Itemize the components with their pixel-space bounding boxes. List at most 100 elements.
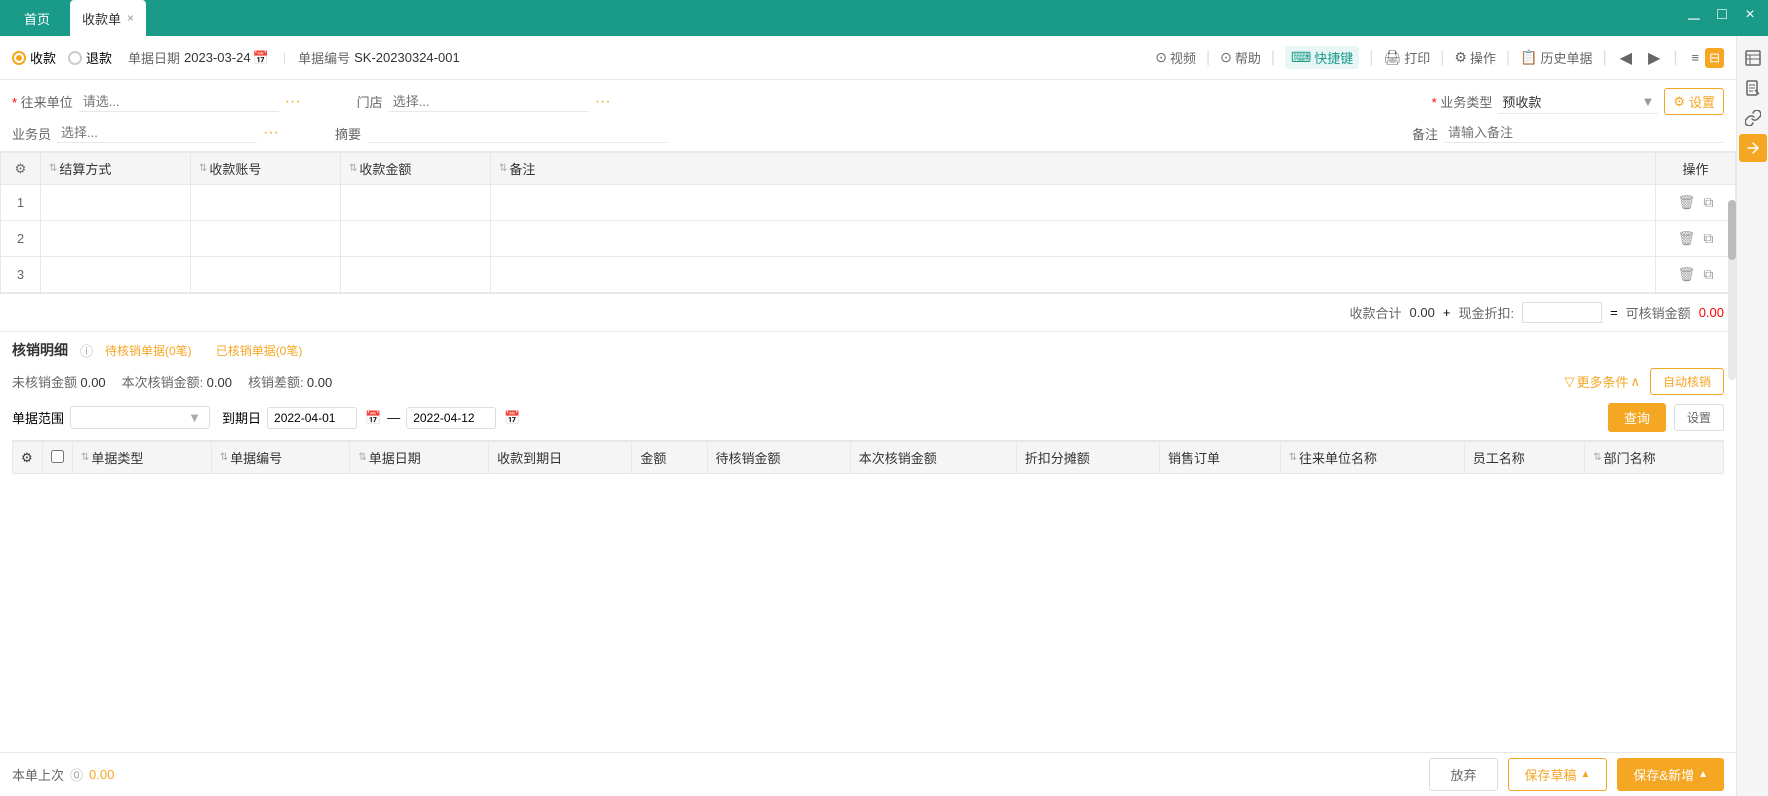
bottom-table-section: ⚙ ⇅ 单据类型	[12, 440, 1724, 752]
store-more-icon[interactable]: ···	[595, 93, 611, 111]
range-select[interactable]: ▼	[70, 406, 210, 429]
hx-done-tab[interactable]: 已核销单据(0笔)	[216, 342, 303, 359]
date-to-input[interactable]	[406, 407, 496, 429]
hx-pending-tab[interactable]: 待核销单据(0笔)	[105, 342, 192, 359]
summary-input[interactable]	[367, 123, 667, 143]
hx-header: 核销明细 ⓘ 待核销单据(0笔) 已核销单据(0笔)	[12, 340, 1724, 360]
row-account-1[interactable]	[191, 185, 341, 221]
row-copy-3-icon[interactable]: ⧉	[1703, 266, 1713, 283]
col-counterparty-name-header: ⇅ 往来单位名称	[1280, 442, 1464, 474]
tab-active[interactable]: 收款单 ×	[70, 0, 146, 36]
hx-section: 核销明细 ⓘ 待核销单据(0笔) 已核销单据(0笔) 未核销金额 0.00 本次…	[0, 332, 1736, 752]
shortcut-btn[interactable]: ⌨ 快捷键	[1285, 46, 1359, 69]
row-settlement-1[interactable]	[41, 185, 191, 221]
row-settlement-2[interactable]	[41, 221, 191, 257]
sidebar-expand-icon[interactable]	[1739, 134, 1767, 162]
layout-list-btn[interactable]: ≡	[1688, 48, 1704, 68]
query-button[interactable]: 查询	[1608, 403, 1666, 432]
row-account-2[interactable]	[191, 221, 341, 257]
col-due-date-header: 收款到期日	[489, 442, 632, 474]
sidebar-table-icon[interactable]	[1739, 44, 1767, 72]
table-settings-icon[interactable]: ⚙	[15, 161, 27, 176]
more-conditions-btn[interactable]: ▽ 更多条件 ∧	[1564, 372, 1640, 391]
store-input[interactable]	[389, 92, 589, 112]
calendar-icon[interactable]: 📅	[253, 50, 269, 66]
tab-close-icon[interactable]: ×	[127, 11, 134, 25]
row-amount-3[interactable]	[341, 257, 491, 293]
nav-prev-btn[interactable]: ◀	[1617, 48, 1635, 68]
range-arrow-icon: ▼	[188, 410, 201, 425]
row-settlement-3[interactable]	[41, 257, 191, 293]
date-value[interactable]: 2023-03-24	[184, 50, 251, 65]
number-label: 单据编号	[298, 48, 350, 67]
sidebar-link-icon[interactable]	[1739, 104, 1767, 132]
help-btn[interactable]: ⊙ 帮助	[1220, 48, 1261, 67]
counterparty-input[interactable]	[79, 92, 279, 112]
scrollbar-thumb[interactable]	[1728, 200, 1736, 260]
row-delete-1-icon[interactable]: 🗑	[1678, 194, 1696, 211]
save-new-button[interactable]: 保存&新增 ▲	[1617, 758, 1724, 791]
minimize-button[interactable]: －	[1684, 6, 1704, 30]
row-note-1[interactable]	[491, 185, 1656, 221]
history-btn[interactable]: 📋 历史单据	[1520, 48, 1592, 67]
video-btn[interactable]: ⊙ 视频	[1155, 48, 1196, 67]
radio-receipt-label: 收款	[30, 48, 56, 67]
hx-settings-button[interactable]: 设置	[1674, 404, 1724, 431]
col-note-header: 备注	[509, 159, 535, 178]
summary-field: 摘要	[335, 123, 667, 143]
date-label: 单据日期	[128, 48, 180, 67]
maximize-button[interactable]: □	[1712, 6, 1732, 30]
bottom-table: ⚙ ⇅ 单据类型	[12, 441, 1724, 474]
current-up-info-icon[interactable]: ⓪	[70, 765, 83, 784]
row-note-3[interactable]	[491, 257, 1656, 293]
business-type-select[interactable]: 预收款 ▼	[1498, 90, 1658, 114]
discard-button[interactable]: 放弃	[1429, 758, 1497, 791]
row-amount-1[interactable]	[341, 185, 491, 221]
staff-input[interactable]	[57, 123, 257, 143]
row-account-3[interactable]	[191, 257, 341, 293]
footer-right: 放弃 保存草稿 ▲ 保存&新增 ▲	[1429, 758, 1724, 791]
radio-refund[interactable]: 退款	[68, 48, 112, 67]
row-copy-2-icon[interactable]: ⧉	[1703, 230, 1713, 247]
tab-home[interactable]: 首页	[8, 0, 66, 36]
current-up-label: 本单上次	[12, 765, 64, 784]
table-settings-2-icon[interactable]: ⚙	[21, 450, 33, 465]
range-label: 单据范围	[12, 408, 64, 427]
col-amount-header: 收款金额	[359, 159, 411, 178]
row-amount-2[interactable]	[341, 221, 491, 257]
counterparty-field: 往来单位 ···	[12, 92, 301, 112]
select-all-checkbox[interactable]	[51, 450, 64, 463]
operation-btn[interactable]: ⚙ 操作	[1454, 48, 1496, 67]
store-label: 门店	[357, 92, 383, 111]
date-from-input[interactable]	[267, 407, 357, 429]
row-note-2[interactable]	[491, 221, 1656, 257]
col-current-hx-header: 本次核销金额	[850, 442, 1016, 474]
table-row: 3 🗑 ⧉	[1, 257, 1736, 293]
note-input[interactable]	[1444, 123, 1724, 143]
row-delete-3-icon[interactable]: 🗑	[1678, 266, 1696, 283]
layout-grid-btn[interactable]: ⊟	[1705, 48, 1724, 68]
save-draft-button[interactable]: 保存草稿 ▲	[1508, 758, 1608, 791]
close-button[interactable]: ×	[1740, 6, 1760, 30]
discount-input[interactable]	[1522, 302, 1602, 323]
counterparty-more-icon[interactable]: ···	[285, 93, 301, 111]
col-discount-header: 折扣分摊额	[1016, 442, 1159, 474]
col-pending-hx-header: 待核销金额	[707, 442, 850, 474]
calendar-from-icon[interactable]: 📅	[365, 410, 381, 426]
row-copy-1-icon[interactable]: ⧉	[1703, 194, 1713, 211]
auto-hx-button[interactable]: 自动核销	[1650, 368, 1724, 395]
col-account-header: 收款账号	[209, 159, 261, 178]
scrollbar-track[interactable]	[1728, 200, 1736, 380]
calendar-to-icon[interactable]: 📅	[504, 410, 520, 426]
settings-button[interactable]: ⚙ 设置	[1664, 88, 1724, 115]
table-row: 2 🗑 ⧉	[1, 221, 1736, 257]
sidebar-document-icon[interactable]	[1739, 74, 1767, 102]
row-delete-2-icon[interactable]: 🗑	[1678, 230, 1696, 247]
staff-more-icon[interactable]: ···	[263, 124, 279, 142]
radio-refund-dot	[68, 51, 82, 65]
toolbar-right: ⊙ 视频 | ⊙ 帮助 | ⌨ 快捷键 | 🖨 打印 |	[1155, 46, 1724, 69]
nav-next-btn[interactable]: ▶	[1645, 48, 1663, 68]
hx-info-icon[interactable]: ⓘ	[80, 341, 93, 360]
print-btn[interactable]: 🖨 打印	[1383, 48, 1430, 67]
radio-receipt[interactable]: 收款	[12, 48, 56, 67]
